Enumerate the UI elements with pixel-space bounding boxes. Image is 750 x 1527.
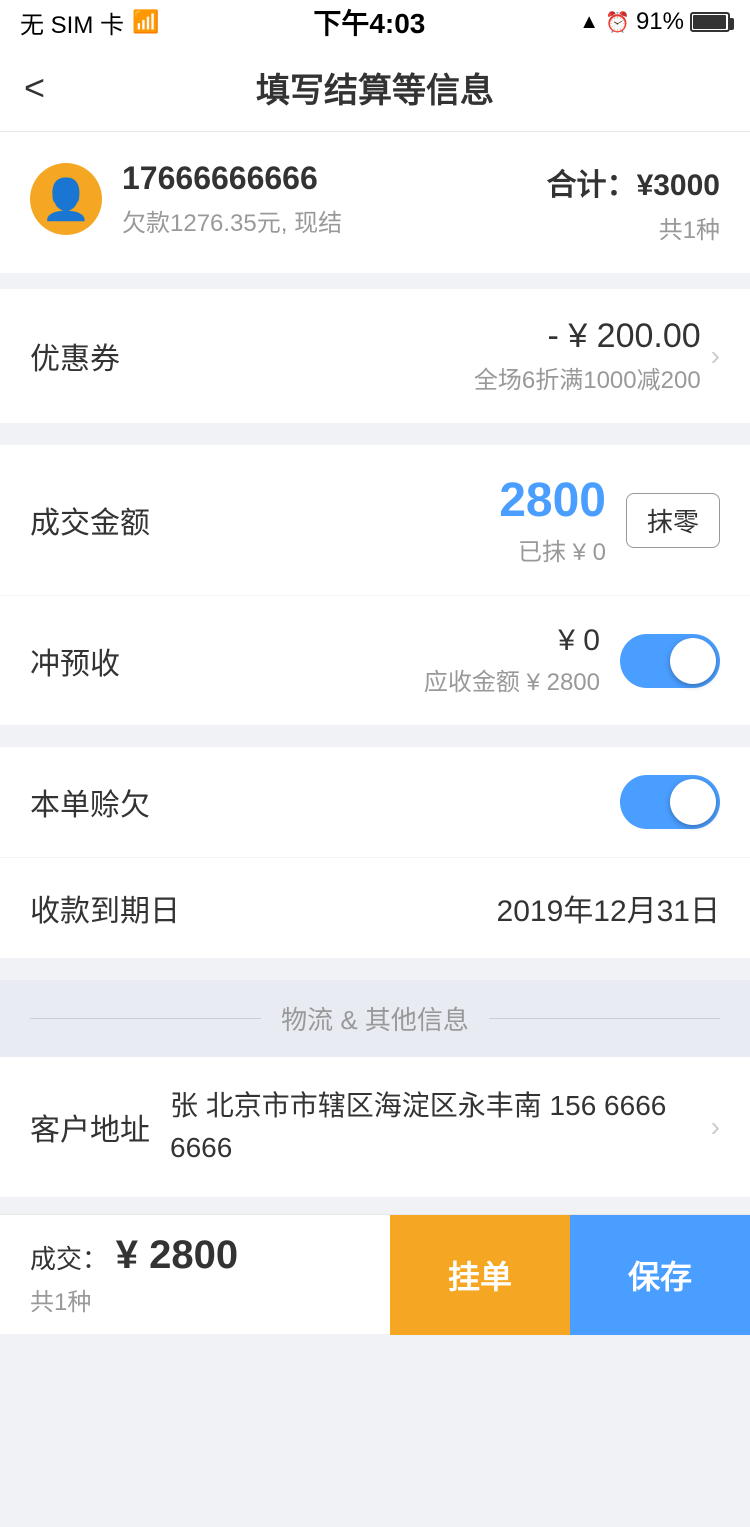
chevron-right-icon: › — [711, 340, 720, 372]
chong-sub: 应收金额 ¥ 2800 — [424, 662, 600, 697]
bottom-left: 成交： ¥ 2800 共1种 — [0, 1233, 390, 1317]
coupon-label: 优惠券 — [30, 334, 120, 378]
location-icon: ▲ — [579, 11, 599, 34]
deal-value-wrap: 2800 已抹 ¥ 0 抹零 — [499, 473, 720, 567]
benshanqianqian-section: 本单赊欠 收款到期日 2019年12月31日 — [0, 747, 750, 958]
separator-line-right — [489, 1018, 720, 1019]
logistics-separator: 物流 & 其他信息 — [0, 980, 750, 1057]
due-date-label: 收款到期日 — [30, 886, 180, 930]
customer-total: 合计：¥3000 共1种 — [547, 160, 720, 245]
separator-line-left — [30, 1018, 261, 1019]
total-amount: 合计：¥3000 — [547, 160, 720, 204]
due-date-row: 收款到期日 2019年12月31日 — [0, 858, 750, 958]
address-right: 张 北京市市辖区海淀区永丰南 156 6666 6666 › — [170, 1085, 720, 1169]
deal-label: 成交金额 — [30, 498, 150, 542]
section-divider-2 — [0, 727, 750, 747]
customer-left: 👤 17666666666 欠款1276.35元, 现结 — [30, 160, 342, 238]
deal-amount: 2800 — [499, 473, 606, 528]
chong-yushou-toggle[interactable] — [620, 634, 720, 688]
customer-debt: 欠款1276.35元, 现结 — [122, 203, 342, 238]
status-bar: 无 SIM 卡 📶 下午4:03 ▲ ⏰ 91% — [0, 0, 750, 44]
chong-value-toggle: ¥ 0 应收金额 ¥ 2800 — [424, 624, 720, 697]
section-divider-1 — [0, 425, 750, 445]
wifi-icon: 📶 — [132, 9, 159, 35]
chong-yushou-row: 冲预收 ¥ 0 应收金额 ¥ 2800 — [0, 596, 750, 725]
page-title: 填写结算等信息 — [256, 63, 494, 112]
battery-icon — [690, 12, 730, 32]
address-row[interactable]: 客户地址 张 北京市市辖区海淀区永丰南 156 6666 6666 › — [0, 1057, 750, 1197]
separator-text: 物流 & 其他信息 — [281, 1000, 469, 1037]
benshanqianqian-label: 本单赊欠 — [30, 780, 150, 824]
coupon-row[interactable]: 优惠券 - ¥ 200.00 全场6折满1000减200 › — [0, 289, 750, 423]
alarm-icon: ⏰ — [605, 10, 630, 35]
status-time: 下午4:03 — [313, 2, 425, 42]
customer-card: 👤 17666666666 欠款1276.35元, 现结 合计：¥3000 共1… — [0, 132, 750, 273]
benshanqianqian-toggle-knob — [670, 779, 716, 825]
toggle-knob — [670, 638, 716, 684]
footer-deal-row: 成交： ¥ 2800 — [30, 1233, 360, 1278]
coupon-amount: - ¥ 200.00 — [548, 317, 701, 356]
deal-sub: 已抹 ¥ 0 — [499, 532, 606, 567]
chong-amount: ¥ 0 — [558, 624, 600, 658]
total-label: 合计： — [547, 169, 637, 202]
due-date-value: 2019年12月31日 — [497, 886, 720, 930]
coupon-right: - ¥ 200.00 全场6折满1000减200 — [474, 317, 701, 395]
coupon-right-wrap: - ¥ 200.00 全场6折满1000减200 › — [474, 317, 720, 395]
chong-yushou-label: 冲预收 — [30, 639, 120, 683]
avatar-icon: 👤 — [41, 176, 91, 223]
deal-row: 成交金额 2800 已抹 ¥ 0 抹零 — [0, 445, 750, 596]
total-count: 共1种 — [547, 210, 720, 245]
nav-bar: < 填写结算等信息 — [0, 44, 750, 132]
address-chevron-icon: › — [711, 1111, 720, 1143]
status-right: ▲ ⏰ 91% — [579, 8, 730, 36]
chong-right: ¥ 0 应收金额 ¥ 2800 — [424, 624, 600, 697]
footer-amount: ¥ 2800 — [116, 1233, 238, 1277]
deal-section: 成交金额 2800 已抹 ¥ 0 抹零 冲预收 ¥ 0 应收金额 ¥ 2800 — [0, 445, 750, 725]
back-button[interactable]: < — [24, 67, 45, 109]
deal-amount-block: 2800 已抹 ¥ 0 — [499, 473, 606, 567]
footer-count: 共1种 — [30, 1282, 360, 1317]
section-divider-3 — [0, 960, 750, 980]
battery-percent: 91% — [636, 8, 684, 36]
save-button[interactable]: 保存 — [570, 1215, 750, 1335]
carrier-text: 无 SIM 卡 — [20, 5, 124, 40]
address-label: 客户地址 — [30, 1105, 150, 1149]
benshanqianqian-row: 本单赊欠 — [0, 747, 750, 858]
total-value: ¥3000 — [637, 169, 720, 202]
customer-info: 17666666666 欠款1276.35元, 现结 — [122, 160, 342, 238]
hang-order-button[interactable]: 挂单 — [390, 1215, 570, 1335]
status-left: 无 SIM 卡 📶 — [20, 5, 159, 40]
round-zero-button[interactable]: 抹零 — [626, 493, 720, 548]
avatar: 👤 — [30, 163, 102, 235]
footer-deal-label: 成交： — [30, 1244, 108, 1274]
customer-phone: 17666666666 — [122, 160, 342, 197]
coupon-desc: 全场6折满1000减200 — [474, 360, 701, 395]
address-value: 张 北京市市辖区海淀区永丰南 156 6666 6666 — [170, 1085, 701, 1169]
benshanqianqian-toggle[interactable] — [620, 775, 720, 829]
bottom-footer: 成交： ¥ 2800 共1种 挂单 保存 — [0, 1214, 750, 1334]
